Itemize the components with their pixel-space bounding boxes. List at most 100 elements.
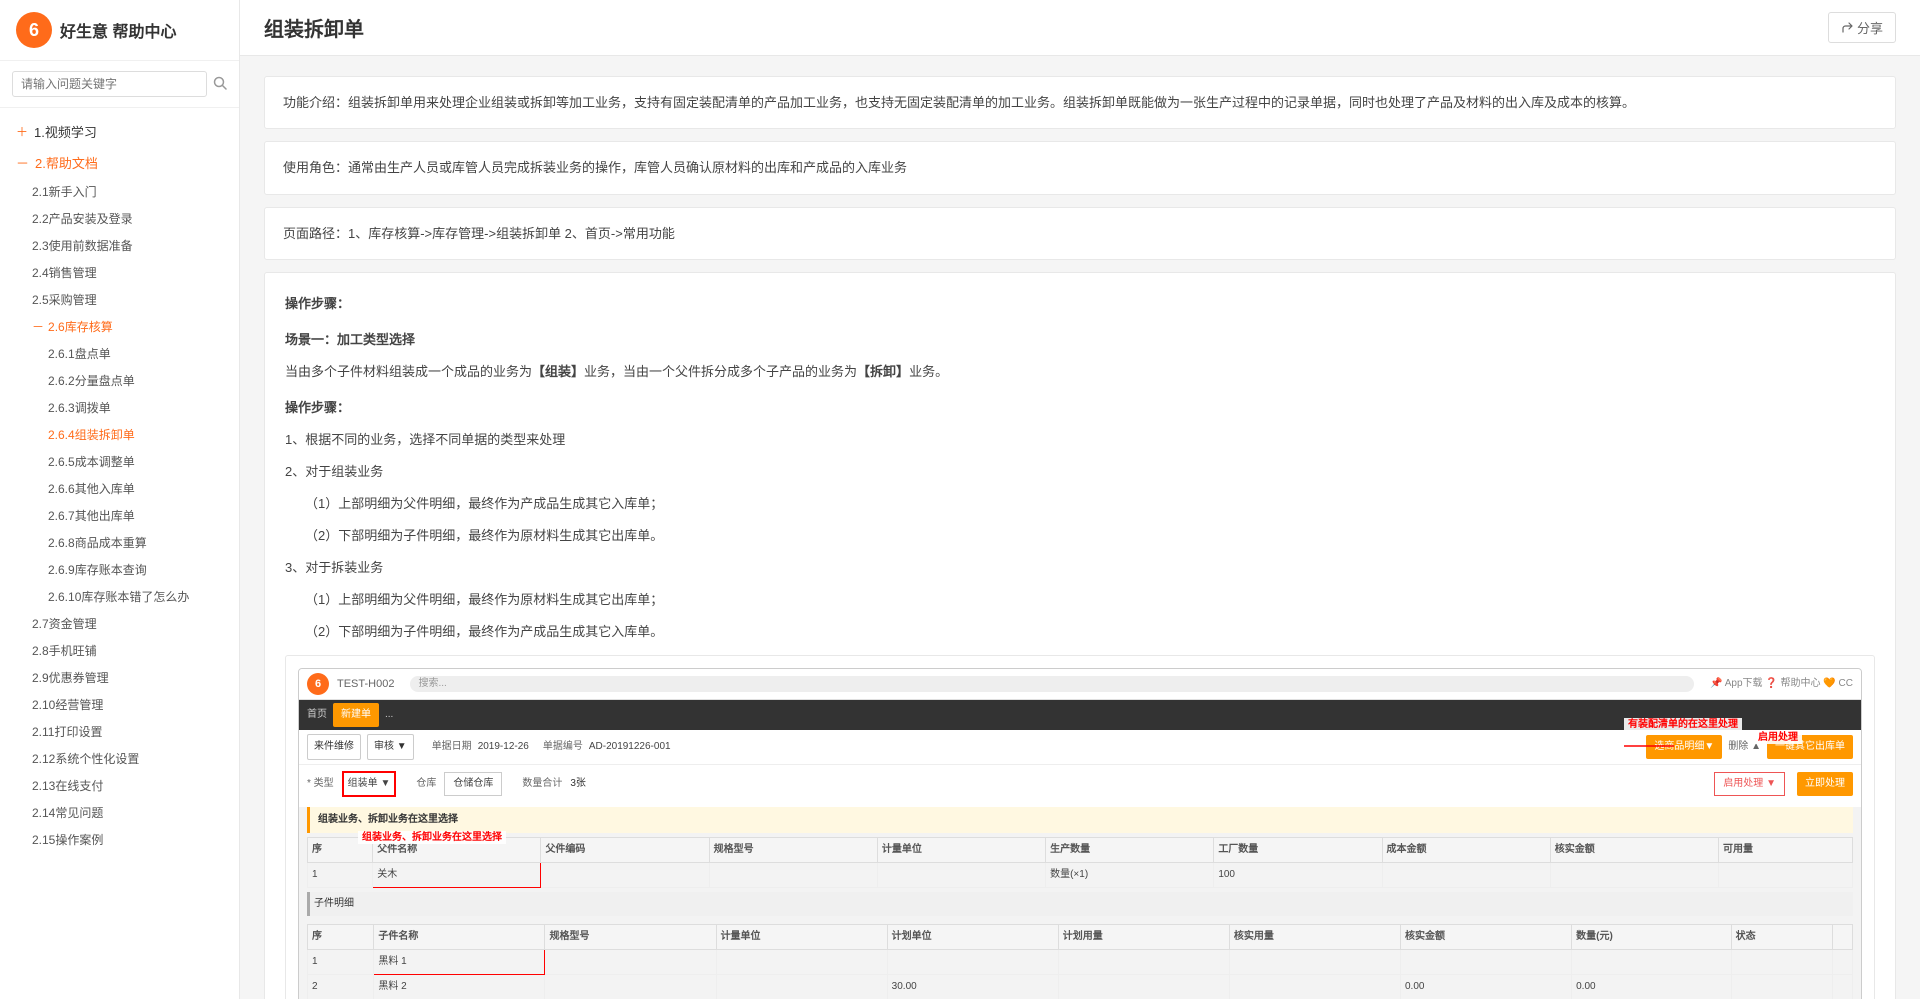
step3: 3、对于拆装业务	[285, 555, 1875, 581]
sim-section-top: 组装业务、拆卸业务在这里选择	[307, 807, 1853, 833]
sidebar-item-faq[interactable]: 2.14常见问题	[0, 799, 239, 826]
search-input[interactable]	[12, 71, 207, 97]
annotation-3-text: 启用处理	[1754, 731, 1802, 744]
sim-logo: 6	[307, 673, 329, 695]
sidebar-nav: ＋ 1.视频学习 － 2.帮助文档 2.1新手入门 2.2产品安装及登录 2.3…	[0, 108, 239, 999]
sim-info-row: * 类型 组装单 ▼ 仓库 仓储仓库 数量合计 3张 启用处理 ▼ 立即处理	[307, 771, 1853, 797]
sim-btn-review[interactable]: 审核 ▼	[367, 734, 414, 760]
steps-block: 操作步骤： 场景一：加工类型选择 当由多个子件材料组装成一个成品的业务为【组装】…	[264, 272, 1896, 999]
sidebar-item-costrecalc[interactable]: 2.6.8商品成本重算	[0, 529, 239, 556]
sim-billno-label: 单据编号	[543, 737, 583, 757]
col-avail: 可用量	[1718, 838, 1852, 863]
col-factory-qty: 工厂数量	[1214, 838, 1382, 863]
step1: 1、根据不同的业务，选择不同单据的类型来处理	[285, 427, 1875, 453]
sim-search-bar: 搜索...	[410, 676, 1694, 692]
intro-block-1: 功能介绍：组装拆卸单用来处理企业组装或拆卸等加工业务，支持有固定装配清单的产品加…	[264, 76, 1896, 129]
sim-save-btn[interactable]: 立即处理	[1797, 772, 1853, 796]
col-cost: 成本金额	[1382, 838, 1550, 863]
sim-nav-other: ...	[385, 705, 393, 725]
sidebar-item-cases[interactable]: 2.15操作案例	[0, 826, 239, 853]
sidebar-item-onlinepay[interactable]: 2.13在线支付	[0, 772, 239, 799]
share-button[interactable]: 分享	[1828, 12, 1896, 43]
plus-icon: ＋	[16, 123, 28, 140]
sim-billno-value: AD-20191226-001	[589, 737, 671, 757]
steps-title: 操作步骤：	[285, 291, 1875, 317]
page-title: 组装拆卸单	[264, 13, 364, 42]
sim-nav-newtab: 新建单	[333, 703, 379, 727]
step3-1: （1）上部明细为父件明细，最终作为原材料生成其它出库单；	[285, 587, 1875, 613]
sidebar-item-inventory[interactable]: － 2.6库存核算	[0, 313, 239, 340]
sidebar-item-dataprep[interactable]: 2.3使用前数据准备	[0, 232, 239, 259]
sidebar-item-otheroutbound[interactable]: 2.6.7其他出库单	[0, 502, 239, 529]
scenario1-title: 场景一：加工类型选择	[285, 327, 1875, 353]
col-actual-cost: 核实金额	[1550, 838, 1718, 863]
sidebar: 6 好生意 帮助中心 ＋ 1.视频学习 － 2.帮助文档 2.1新手入门 2.2…	[0, 0, 240, 999]
step3-2: （2）下部明细为子件明细，最终作为产成品生成其它入库单。	[285, 619, 1875, 645]
sim-topbar: 6 TEST-H002 搜索... 📌 App下载 ❓ 帮助中心 🧡 CC	[299, 669, 1861, 700]
sim-type-select[interactable]: 组装单 ▼	[342, 771, 397, 797]
sim-info: * 类型 组装单 ▼ 仓库 仓储仓库 数量合计 3张 启用处理 ▼ 立即处理	[299, 765, 1861, 807]
sidebar-item-otherinbound[interactable]: 2.6.6其他入库单	[0, 475, 239, 502]
sidebar-item-transfer[interactable]: 2.6.3调拨单	[0, 394, 239, 421]
sim-nav-home: 首页	[307, 705, 327, 725]
intro-block-2: 使用角色：通常由生产人员或库管人员完成拆装业务的操作，库管人员确认原材料的出库和…	[264, 141, 1896, 194]
table-row: 2 黑料 2 30.000.000.00	[308, 975, 1853, 999]
sim-bottom-table-wrap: 序 子件名称 规格型号 计量单位 计划单位 计划用量 核实用量 核实金额 数量(	[299, 924, 1861, 999]
table-row: 1 黑料 1	[308, 950, 1853, 975]
sim-warehouse-select[interactable]: 仓储仓库	[444, 772, 502, 796]
sim-topbar-icons: 📌 App下载 ❓ 帮助中心 🧡 CC	[1710, 674, 1853, 694]
sidebar-item-stockcount[interactable]: 2.6.1盘点单	[0, 340, 239, 367]
sidebar-item-finance[interactable]: 2.7资金管理	[0, 610, 239, 637]
topbar: 组装拆卸单 分享	[240, 0, 1920, 56]
logo-icon: 6	[16, 12, 52, 48]
sidebar-item-print[interactable]: 2.11打印设置	[0, 718, 239, 745]
sidebar-item-partialcount[interactable]: 2.6.2分量盘点单	[0, 367, 239, 394]
sidebar-item-assembly[interactable]: 2.6.4组装拆卸单	[0, 421, 239, 448]
sim-top-table-wrap: 序 父件名称 父件编码 规格型号 计量单位 生产数量 工厂数量 成本金额 核实金	[299, 837, 1861, 888]
sidebar-item-ops[interactable]: 2.10经营管理	[0, 691, 239, 718]
scenario1-desc: 当由多个子件材料组装成一个成品的业务为【组装】业务，当由一个父件拆分成多个子产品…	[285, 359, 1875, 385]
sidebar-item-helpdocs[interactable]: － 2.帮助文档	[0, 147, 239, 178]
content-area: 功能介绍：组装拆卸单用来处理企业组装或拆卸等加工业务，支持有固定装配清单的产品加…	[240, 56, 1920, 999]
sidebar-item-purchase[interactable]: 2.5采购管理	[0, 286, 239, 313]
col-spec: 规格型号	[709, 838, 877, 863]
sidebar-item-mobile[interactable]: 2.8手机旺铺	[0, 637, 239, 664]
main-content: 组装拆卸单 分享 功能介绍：组装拆卸单用来处理企业组装或拆卸等加工业务，支持有固…	[240, 0, 1920, 999]
sim-screenshot: 6 TEST-H002 搜索... 📌 App下载 ❓ 帮助中心 🧡 CC 首页…	[298, 668, 1862, 999]
col-qty: 生产数量	[1046, 838, 1214, 863]
minus-icon: －	[16, 153, 29, 172]
annotation-2-box: 组装业务、拆卸业务在这里选择	[358, 823, 506, 849]
sidebar-item-costadjust[interactable]: 2.6.5成本调整单	[0, 448, 239, 475]
table-row: 1 关木 数量(×1) 100	[308, 863, 1853, 888]
sidebar-item-sales[interactable]: 2.4销售管理	[0, 259, 239, 286]
sim-btn-save[interactable]: 来件维修	[307, 734, 361, 760]
sim-date-label: 单据日期	[432, 737, 472, 757]
annotation-1-text: 有装配清单的在这里处理	[1624, 718, 1742, 731]
sidebar-item-install[interactable]: 2.2产品安装及登录	[0, 205, 239, 232]
sim-section-bottom-wrap: 子件明细	[299, 888, 1861, 920]
col-parent-code: 父件编码	[541, 838, 709, 863]
col-unit: 计量单位	[877, 838, 1045, 863]
annotation-3-box: 启用处理	[1754, 723, 1802, 749]
sidebar-item-customize[interactable]: 2.12系统个性化设置	[0, 745, 239, 772]
sim-bottom-table: 序 子件名称 规格型号 计量单位 计划单位 计划用量 核实用量 核实金额 数量(	[307, 924, 1853, 999]
step2: 2、对于组装业务	[285, 459, 1875, 485]
step2-1: （1）上部明细为父件明细，最终作为产成品生成其它入库单；	[285, 491, 1875, 517]
search-button[interactable]	[213, 76, 227, 93]
annotation-2-text: 组装业务、拆卸业务在这里选择	[358, 831, 506, 844]
sidebar-item-videos[interactable]: ＋ 1.视频学习	[0, 116, 239, 147]
annotation-1-box: 有装配清单的在这里处理	[1624, 710, 1742, 756]
step2-2: （2）下部明细为子件明细，最终作为原材料生成其它出库单。	[285, 523, 1875, 549]
sidebar-item-coupon[interactable]: 2.9优惠券管理	[0, 664, 239, 691]
steps-label: 操作步骤：	[285, 395, 1875, 421]
minus-sub-icon: －	[32, 318, 44, 335]
sidebar-item-stockfix[interactable]: 2.6.10库存账本错了怎么办	[0, 583, 239, 610]
path-block: 页面路径：1、库存核算->库存管理->组装拆卸单 2、首页->常用功能	[264, 207, 1896, 260]
sidebar-item-stockledger[interactable]: 2.6.9库存账本查询	[0, 556, 239, 583]
sidebar-item-newuser[interactable]: 2.1新手入门	[0, 178, 239, 205]
screenshot-container: 6 TEST-H002 搜索... 📌 App下载 ❓ 帮助中心 🧡 CC 首页…	[285, 655, 1875, 999]
sim-confirm-btn[interactable]: 启用处理 ▼	[1714, 772, 1785, 796]
annotation-1-arrow	[1624, 736, 1684, 756]
sidebar-header: 6 好生意 帮助中心	[0, 0, 239, 61]
search-box	[0, 61, 239, 108]
